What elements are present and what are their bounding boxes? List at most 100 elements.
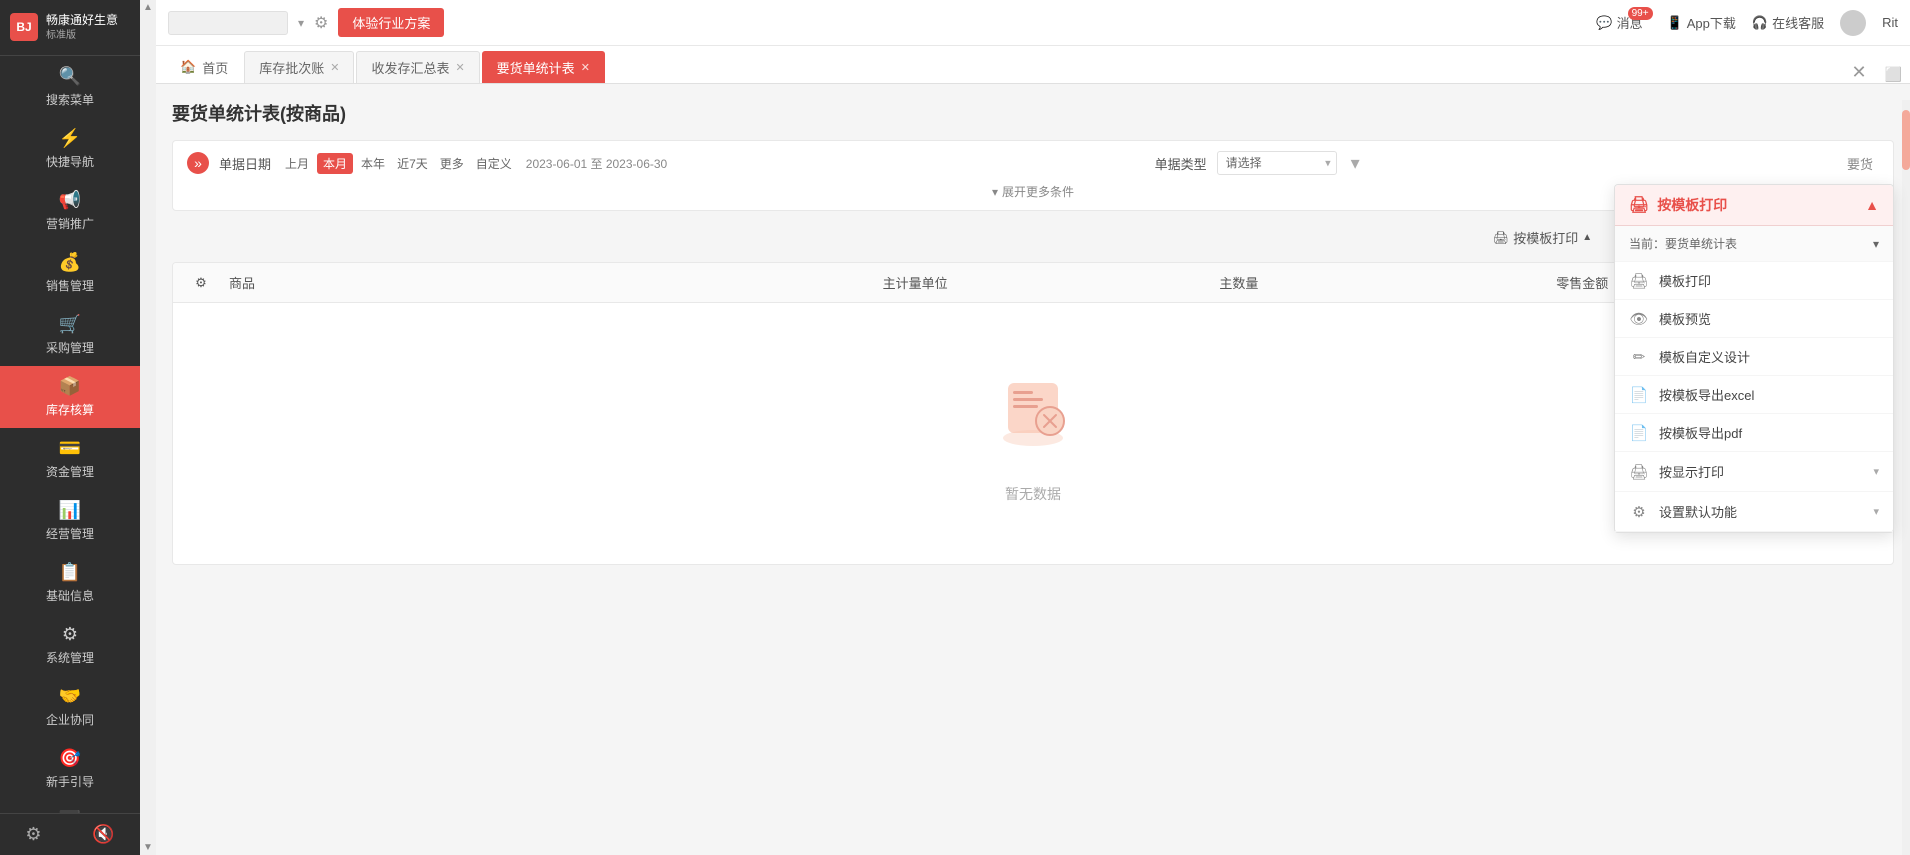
main-area: ▾ ⚙ 体验行业方案 💬 消息 99+ 📱 App下载 🎧 在线客服 Rit 🏠 — [156, 0, 1910, 855]
dropdown-header-left: 🖨 按模板打印 — [1629, 195, 1727, 215]
default-func-arrow-icon: ▾ — [1873, 505, 1879, 518]
finance-icon: 💳 — [59, 438, 81, 459]
username-label: Rit — [1882, 15, 1898, 30]
tab-inventory-batch[interactable]: 库存批次账 ✕ — [244, 51, 354, 83]
tab-order-stats[interactable]: 要货单统计表 ✕ — [482, 51, 605, 83]
dropdown-item-template-pdf[interactable]: 📄 按模板导出pdf — [1615, 414, 1893, 452]
sidebar-item-system[interactable]: ⚙ 系统管理 — [0, 614, 140, 676]
type-label: 单据类型 — [1155, 154, 1207, 173]
sidebar-item-inventory[interactable]: 📦 库存核算 — [0, 366, 140, 428]
dropdown-item-template-print[interactable]: 🖨 模板打印 — [1615, 262, 1893, 300]
scrollbar-thumb[interactable] — [1902, 110, 1910, 170]
date-btn-this-year[interactable]: 本年 — [357, 153, 389, 174]
type-select-chevron-icon[interactable]: ▾ — [1351, 153, 1360, 174]
home-icon: 🏠 — [180, 59, 196, 75]
print-button[interactable]: 🖨 按模板打印 ▲ — [1485, 224, 1600, 251]
audio-bottom-icon[interactable]: 🔇 — [92, 824, 114, 845]
dropdown-item-template-excel[interactable]: 📄 按模板导出excel — [1615, 376, 1893, 414]
logo-text: 畅康通好生意 标准版 — [46, 12, 118, 43]
display-print-arrow-icon: ▾ — [1873, 465, 1879, 478]
sidebar-item-operations[interactable]: 📊 经营管理 — [0, 490, 140, 552]
dropdown-item-display-print[interactable]: 🖨 按显示打印 ▾ — [1615, 452, 1893, 492]
th-gear[interactable]: ⚙ — [183, 275, 219, 291]
search-chevron-icon[interactable]: ▾ — [298, 16, 304, 30]
collab-icon: 🤝 — [59, 686, 81, 707]
scroll-up-icon[interactable]: ▲ — [143, 2, 153, 13]
tab-home[interactable]: 🏠 首页 — [166, 51, 242, 83]
date-btn-7days[interactable]: 近7天 — [393, 153, 432, 174]
tab-close-inventory-batch[interactable]: ✕ — [330, 61, 339, 74]
th-unit: 主计量单位 — [873, 273, 1210, 292]
sidebar-item-marketing[interactable]: 📢 营销推广 — [0, 180, 140, 242]
expand-icon: ▾ — [992, 185, 998, 199]
print-icon: 🖨 — [1493, 230, 1510, 246]
close-window-button[interactable]: ✕ — [1843, 62, 1874, 83]
date-buttons: 上月 本月 本年 近7天 更多 自定义 — [281, 153, 516, 174]
inventory-icon: 📦 — [59, 376, 81, 397]
service-icon: 🎧 — [1752, 15, 1768, 31]
sidebar-item-collab[interactable]: 🤝 企业协同 — [0, 676, 140, 738]
sidebar-item-search[interactable]: 🔍 搜索菜单 — [0, 56, 140, 118]
print-chevron-icon: ▲ — [1582, 232, 1592, 243]
date-btn-last-month[interactable]: 上月 — [281, 153, 313, 174]
settings-bottom-icon[interactable]: ⚙ — [25, 824, 41, 845]
message-badge: 99+ — [1628, 7, 1653, 20]
sidebar-item-guide[interactable]: 🎯 新手引导 — [0, 738, 140, 800]
shortcut-icon: ⚡ — [59, 128, 81, 149]
topbar-gear-icon[interactable]: ⚙ — [314, 13, 328, 33]
sidebar-item-shortcut[interactable]: ⚡ 快捷导航 — [0, 118, 140, 180]
sidebar-nav: 🔍 搜索菜单 ⚡ 快捷导航 📢 营销推广 💰 销售管理 🛒 采购管理 📦 库存核… — [0, 56, 140, 813]
sidebar-item-sales[interactable]: 💰 销售管理 — [0, 242, 140, 304]
maximize-window-button[interactable]: ⬜ — [1877, 66, 1910, 83]
left-scrollbar[interactable]: ▲ ▼ — [140, 0, 156, 855]
system-icon: ⚙ — [62, 624, 78, 645]
dropdown-item-default-func[interactable]: ⚙ 设置默认功能 ▾ — [1615, 492, 1893, 532]
display-print-item-icon: 🖨 — [1629, 463, 1649, 481]
avatar[interactable] — [1840, 10, 1866, 36]
template-design-item-icon: ✏ — [1629, 348, 1649, 366]
date-btn-custom[interactable]: 自定义 — [472, 153, 516, 174]
logo-icon: BJ — [10, 13, 38, 41]
sidebar-item-app[interactable]: 🔲 应用中心 — [0, 800, 140, 813]
date-btn-more[interactable]: 更多 — [436, 153, 468, 174]
right-scrollbar[interactable] — [1902, 100, 1910, 855]
dropdown-current-item: 当前：要货单统计表 ▾ — [1615, 226, 1893, 262]
tab-close-order-stats[interactable]: ✕ — [581, 61, 590, 74]
purchase-icon: 🛒 — [59, 314, 81, 335]
online-service-button[interactable]: 🎧 在线客服 — [1752, 13, 1824, 32]
empty-icon — [988, 363, 1078, 472]
empty-text: 暂无数据 — [1005, 484, 1061, 504]
message-button[interactable]: 💬 消息 99+ — [1596, 13, 1642, 32]
tab-receipt-summary[interactable]: 收发存汇总表 ✕ — [356, 51, 479, 83]
filter-expand-button[interactable]: » — [187, 152, 209, 174]
search-input[interactable] — [168, 11, 288, 35]
date-btn-this-month[interactable]: 本月 — [317, 153, 353, 174]
sidebar-item-purchase[interactable]: 🛒 采购管理 — [0, 304, 140, 366]
dropdown-header: 🖨 按模板打印 ▲ — [1615, 185, 1893, 226]
trial-button[interactable]: 体验行业方案 — [338, 8, 444, 37]
basic-icon: 📋 — [59, 562, 81, 583]
tab-close-receipt-summary[interactable]: ✕ — [455, 61, 464, 74]
dropdown-item-template-design[interactable]: ✏ 模板自定义设计 — [1615, 338, 1893, 376]
search-icon: 🔍 — [59, 66, 81, 87]
dropdown-item-template-preview[interactable]: 👁 模板预览 — [1615, 300, 1893, 338]
topbar: ▾ ⚙ 体验行业方案 💬 消息 99+ 📱 App下载 🎧 在线客服 Rit — [156, 0, 1910, 46]
page-title: 要货单统计表(按商品) — [172, 100, 1894, 126]
dropdown-collapse-icon[interactable]: ▲ — [1865, 197, 1879, 213]
template-excel-item-icon: 📄 — [1629, 386, 1649, 404]
template-pdf-item-icon: 📄 — [1629, 424, 1649, 442]
scroll-down-icon[interactable]: ▼ — [143, 842, 153, 853]
sales-icon: 💰 — [59, 252, 81, 273]
default-func-item-icon: ⚙ — [1629, 503, 1649, 521]
date-label: 单据日期 — [219, 154, 271, 173]
th-goods: 商品 — [219, 273, 873, 292]
template-preview-item-icon: 👁 — [1629, 310, 1649, 328]
type-select[interactable]: 请选择 — [1217, 151, 1337, 175]
app-download-icon: 📱 — [1667, 15, 1683, 31]
expand-more-button[interactable]: ▾ 展开更多条件 — [992, 183, 1074, 200]
app-download-button[interactable]: 📱 App下载 — [1667, 13, 1736, 32]
sidebar-logo: BJ 畅康通好生意 标准版 — [0, 0, 140, 56]
sidebar-item-finance[interactable]: 💳 资金管理 — [0, 428, 140, 490]
sidebar-item-basic[interactable]: 📋 基础信息 — [0, 552, 140, 614]
guide-icon: 🎯 — [59, 748, 81, 769]
